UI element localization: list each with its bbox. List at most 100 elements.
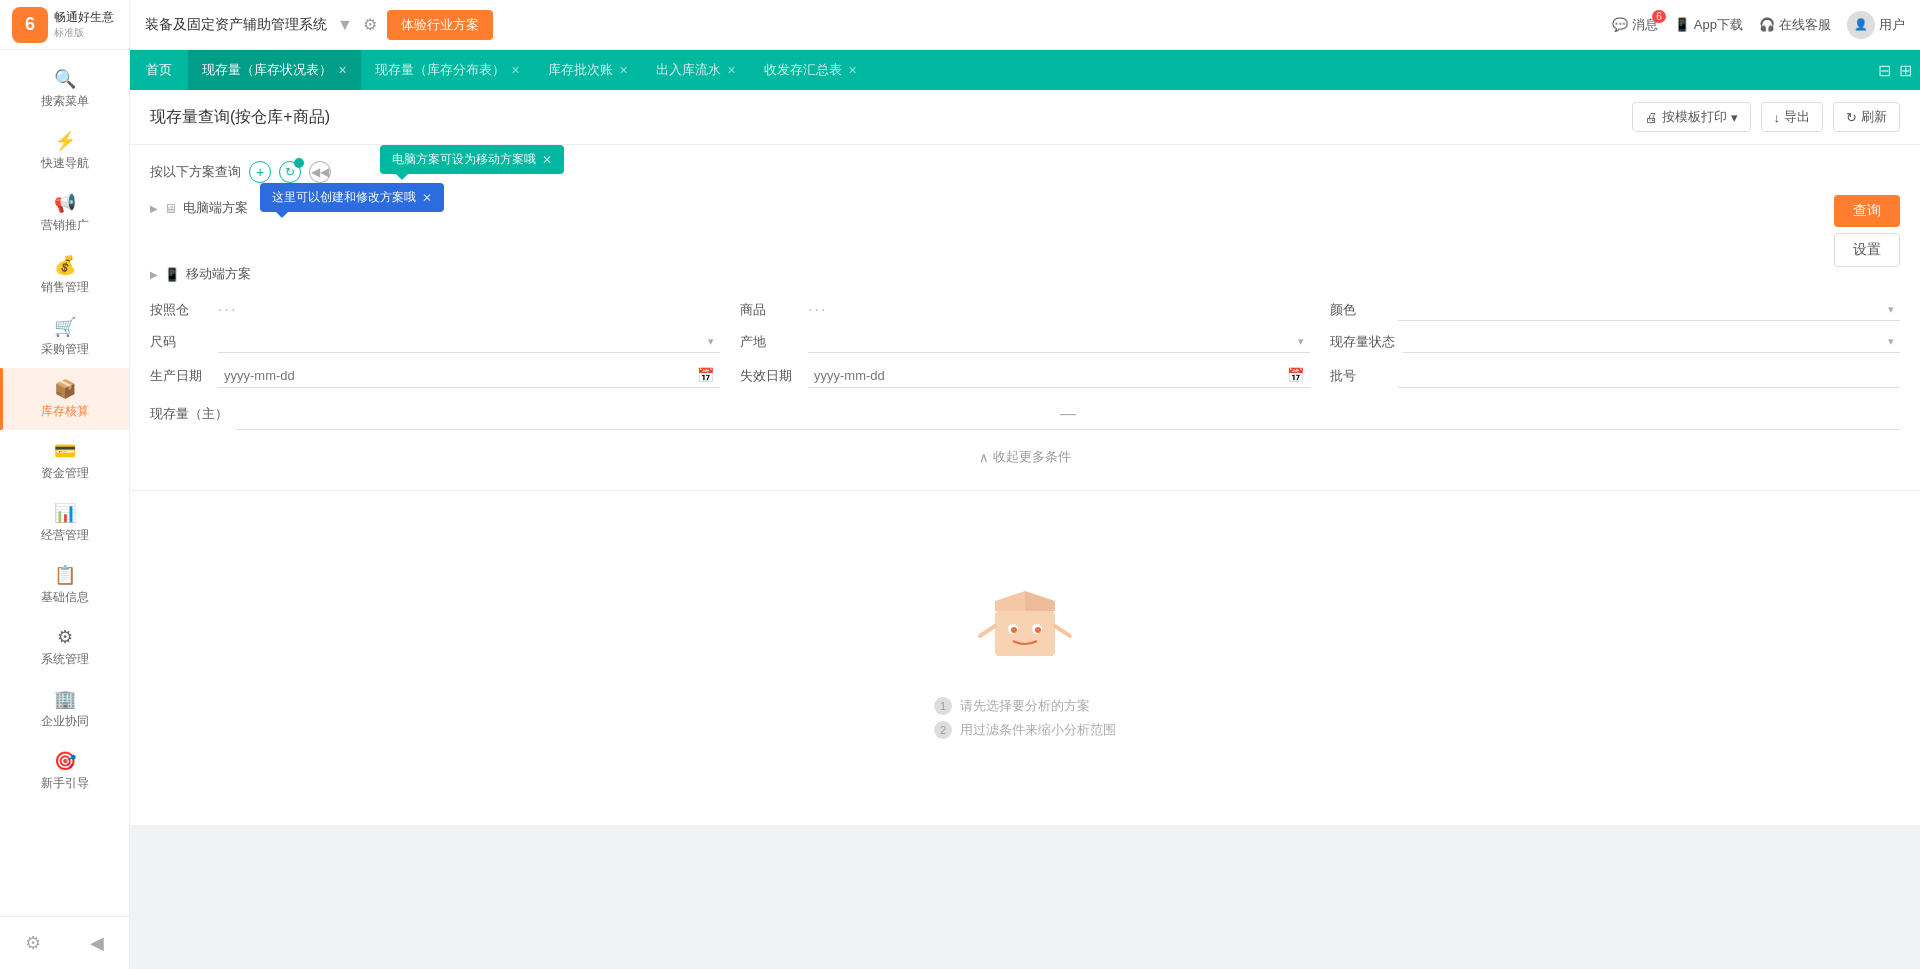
empty-step-1: 1 请先选择要分析的方案 <box>934 697 1116 715</box>
tab-maximize-btn[interactable]: ⊞ <box>1899 61 1912 80</box>
support-icon: 🎧 <box>1759 17 1775 32</box>
sidebar-item-inventory[interactable]: 📦 库存核算 <box>0 368 129 430</box>
system-label: 系统管理 <box>41 651 89 668</box>
filter-add-btn[interactable]: + <box>249 161 271 183</box>
message-item[interactable]: 💬 消息 6 <box>1612 16 1658 34</box>
quick-nav-label: 快速导航 <box>41 155 89 172</box>
export-btn[interactable]: ↓ 导出 <box>1761 102 1824 132</box>
tab-actions: ⊟ ⊞ <box>1870 50 1920 90</box>
batch-label: 批号 <box>1330 367 1390 385</box>
production-date-label: 生产日期 <box>150 367 210 385</box>
sales-label: 销售管理 <box>41 279 89 296</box>
production-calendar-icon[interactable]: 📅 <box>697 367 714 383</box>
tab-flow[interactable]: 出入库流水 ✕ <box>642 50 750 90</box>
empty-state: 1 请先选择要分析的方案 2 用过滤条件来缩小分析范围 <box>130 491 1920 825</box>
tooltip1-close[interactable]: ✕ <box>542 153 552 167</box>
purchase-label: 采购管理 <box>41 341 89 358</box>
pc-arrow-icon[interactable]: ▶ <box>150 203 158 214</box>
svg-rect-0 <box>995 611 1055 656</box>
tab-home[interactable]: 首页 <box>130 50 188 90</box>
sidebar-item-operations[interactable]: 📊 经营管理 <box>0 492 129 554</box>
collapse-sidebar-icon[interactable]: ◀ <box>85 927 109 959</box>
industry-btn[interactable]: 体验行业方案 <box>387 10 493 40</box>
scheme-pc-label: 电脑端方案 <box>183 199 248 217</box>
sidebar-item-purchase[interactable]: 🛒 采购管理 <box>0 306 129 368</box>
refresh-btn[interactable]: ↻ 刷新 <box>1833 102 1900 132</box>
reset-btn[interactable]: 设置 <box>1834 233 1900 267</box>
tooltip2-close[interactable]: ✕ <box>422 191 432 205</box>
guide-icon: 🎯 <box>54 750 76 772</box>
finance-icon: 💳 <box>54 440 76 462</box>
app-download-item[interactable]: 📱 App下载 <box>1674 16 1743 34</box>
sidebar-item-guide[interactable]: 🎯 新手引导 <box>0 740 129 802</box>
print-icon: 🖨 <box>1645 110 1658 125</box>
collapse-label: 收起更多条件 <box>993 448 1071 466</box>
tab-close-5[interactable]: ✕ <box>848 64 857 77</box>
scheme-mobile-item[interactable]: ▶ 📱 移动端方案 <box>150 261 1900 287</box>
stock-main-label: 现存量（主） <box>150 405 228 423</box>
search-menu-icon: 🔍 <box>54 68 76 90</box>
search-btn[interactable]: 查询 <box>1834 195 1900 227</box>
user-item[interactable]: 👤 用户 <box>1847 11 1905 39</box>
expiry-date-input[interactable]: 📅 <box>808 363 1310 388</box>
step-num-1: 1 <box>934 697 952 715</box>
finance-label: 资金管理 <box>41 465 89 482</box>
stock-main-min[interactable] <box>242 402 1050 425</box>
tab-inventory-dist[interactable]: 现存量（库存分布表） ✕ <box>361 50 534 90</box>
template-print-btn[interactable]: 🖨 按模板打印 ▾ <box>1632 102 1751 132</box>
sidebar-item-system[interactable]: ⚙ 系统管理 <box>0 616 129 678</box>
filter-refresh-btn[interactable]: ↻ <box>279 161 301 183</box>
sidebar-item-quick-nav[interactable]: ⚡ 快速导航 <box>0 120 129 182</box>
filter-production-date: 生产日期 📅 <box>150 363 720 388</box>
sidebar-item-finance[interactable]: 💳 资金管理 <box>0 430 129 492</box>
tab-batch-ledger[interactable]: 库存批次账 ✕ <box>534 50 642 90</box>
online-support-item[interactable]: 🎧 在线客服 <box>1759 16 1831 34</box>
origin-chevron[interactable]: ▾ <box>1298 335 1304 348</box>
tab-close-1[interactable]: ✕ <box>338 64 347 77</box>
stock-status-chevron[interactable]: ▾ <box>1888 335 1894 348</box>
app-download-label: App下载 <box>1694 16 1743 34</box>
tab-close-4[interactable]: ✕ <box>727 64 736 77</box>
tab-summary[interactable]: 收发存汇总表 ✕ <box>750 50 871 90</box>
page-header: 现存量查询(按仓库+商品) 🖨 按模板打印 ▾ ↓ 导出 ↻ 刷新 <box>130 90 1920 145</box>
stock-main-max[interactable] <box>1086 402 1894 425</box>
sidebar-item-basic-info[interactable]: 📋 基础信息 <box>0 554 129 616</box>
empty-hint-1: 请先选择要分析的方案 <box>960 697 1090 715</box>
color-chevron[interactable]: ▾ <box>1888 303 1894 316</box>
step-num-2: 2 <box>934 721 952 739</box>
tooltip-pc-scheme: 电脑方案可设为移动方案哦 ✕ <box>380 145 564 174</box>
online-support-label: 在线客服 <box>1779 16 1831 34</box>
sidebar: 6 畅通好生意 标准版 🔍 搜索菜单 ⚡ 快速导航 📢 营销推广 💰 销售管理 … <box>0 0 130 969</box>
expiry-calendar-icon[interactable]: 📅 <box>1287 367 1304 383</box>
batch-input[interactable] <box>1398 364 1900 388</box>
filter-size: 尺码 ▾ <box>150 331 720 353</box>
tabbar: 首页 现存量（库存状况表） ✕ 现存量（库存分布表） ✕ 库存批次账 ✕ 出入库… <box>130 50 1920 90</box>
expiry-date-field[interactable] <box>814 368 1283 383</box>
empty-hint-2: 用过滤条件来缩小分析范围 <box>960 721 1116 739</box>
sidebar-item-sales[interactable]: 💰 销售管理 <box>0 244 129 306</box>
sidebar-item-enterprise[interactable]: 🏢 企业协同 <box>0 678 129 740</box>
settings-bottom-icon[interactable]: ⚙ <box>20 927 46 959</box>
logo-icon: 6 <box>12 7 48 43</box>
marketing-icon: 📢 <box>54 192 76 214</box>
tab-inventory-status[interactable]: 现存量（库存状况表） ✕ <box>188 50 361 90</box>
system-dropdown-icon[interactable]: ▼ <box>337 16 353 34</box>
production-date-field[interactable] <box>224 368 693 383</box>
scheme-tree: ▶ 🖥 电脑端方案 这里可以创建和修改方案哦 ✕ ▶ 📱 移动端方案 <box>150 195 1900 287</box>
sidebar-item-marketing[interactable]: 📢 营销推广 <box>0 182 129 244</box>
collapse-btn[interactable]: ∧ 收起更多条件 <box>150 440 1900 474</box>
filter-color: 颜色 ▾ <box>1330 299 1900 321</box>
mobile-arrow-icon[interactable]: ▶ <box>150 269 158 280</box>
tab-close-2[interactable]: ✕ <box>511 64 520 77</box>
tab-minimize-btn[interactable]: ⊟ <box>1878 61 1891 80</box>
sidebar-item-search-menu[interactable]: 🔍 搜索菜单 <box>0 58 129 120</box>
tab-close-3[interactable]: ✕ <box>619 64 628 77</box>
filter-back-btn[interactable]: ◀◀ <box>309 161 331 183</box>
warehouse-dots[interactable]: ··· <box>218 301 237 319</box>
svg-marker-2 <box>1025 591 1055 611</box>
size-chevron[interactable]: ▾ <box>708 335 714 348</box>
goods-dots[interactable]: ··· <box>808 301 827 319</box>
production-date-input[interactable]: 📅 <box>218 363 720 388</box>
basic-info-icon: 📋 <box>54 564 76 586</box>
topbar-settings-icon[interactable]: ⚙ <box>363 15 377 34</box>
